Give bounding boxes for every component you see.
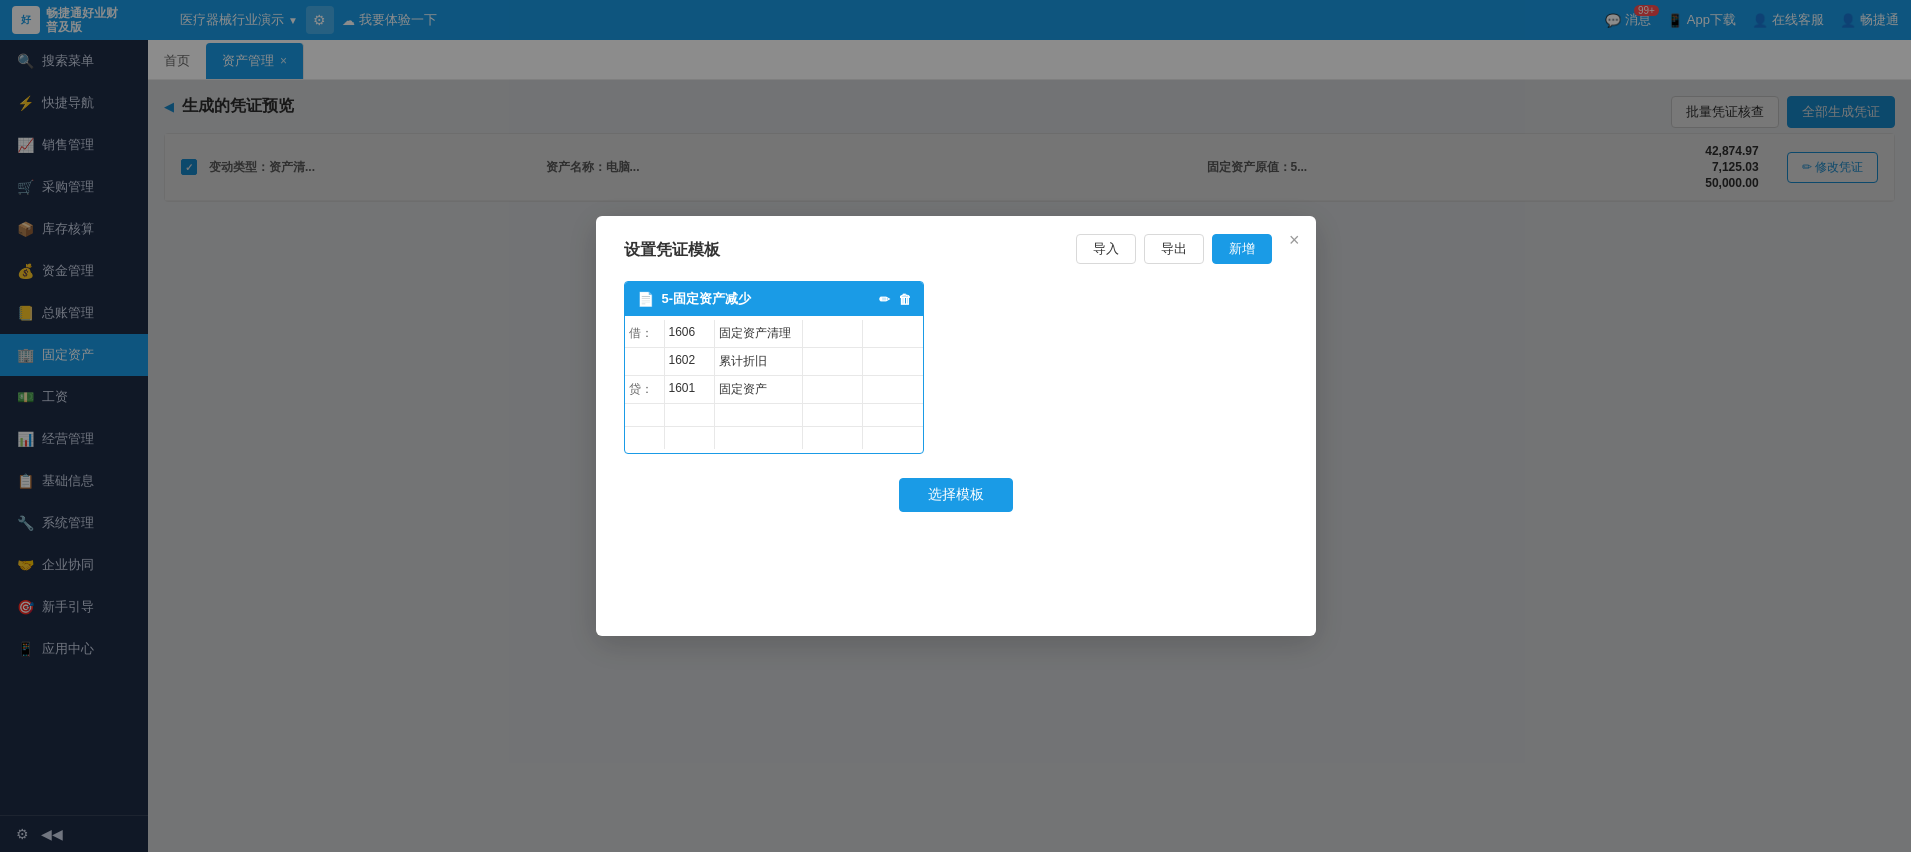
import-button[interactable]: 导入 <box>1076 234 1136 264</box>
template-card: 📄 5-固定资产减少 ✏ 🗑 借： 1606 固定资产清理 <box>624 281 924 454</box>
dialog-close-button[interactable]: × <box>1289 230 1300 251</box>
template-card-actions: ✏ 🗑 <box>879 292 911 307</box>
template-card-header: 📄 5-固定资产减少 ✏ 🗑 <box>625 282 923 316</box>
set-template-dialog: 设置凭证模板 导入 导出 新增 × 📄 5-固定资产减少 ✏ 🗑 借： <box>596 216 1316 636</box>
template-row-empty-2 <box>625 427 923 449</box>
select-template-area: 选择模板 <box>624 478 1288 512</box>
template-card-body: 借： 1606 固定资产清理 1602 累计折旧 贷： 160 <box>625 316 923 453</box>
template-card-file-icon: 📄 <box>637 291 654 307</box>
template-edit-icon[interactable]: ✏ <box>879 292 890 307</box>
template-card-title: 5-固定资产减少 <box>662 290 871 308</box>
template-row-3: 贷： 1601 固定资产 <box>625 376 923 404</box>
template-row-2: 1602 累计折旧 <box>625 348 923 376</box>
dialog-overlay: 设置凭证模板 导入 导出 新增 × 📄 5-固定资产减少 ✏ 🗑 借： <box>0 0 1911 852</box>
new-button[interactable]: 新增 <box>1212 234 1272 264</box>
template-row-1: 借： 1606 固定资产清理 <box>625 320 923 348</box>
dialog-title: 设置凭证模板 <box>624 240 720 261</box>
template-row-empty-1 <box>625 404 923 427</box>
dialog-action-buttons: 导入 导出 新增 <box>1076 234 1272 264</box>
template-delete-icon[interactable]: 🗑 <box>898 292 911 307</box>
export-button[interactable]: 导出 <box>1144 234 1204 264</box>
select-template-button[interactable]: 选择模板 <box>899 478 1013 512</box>
